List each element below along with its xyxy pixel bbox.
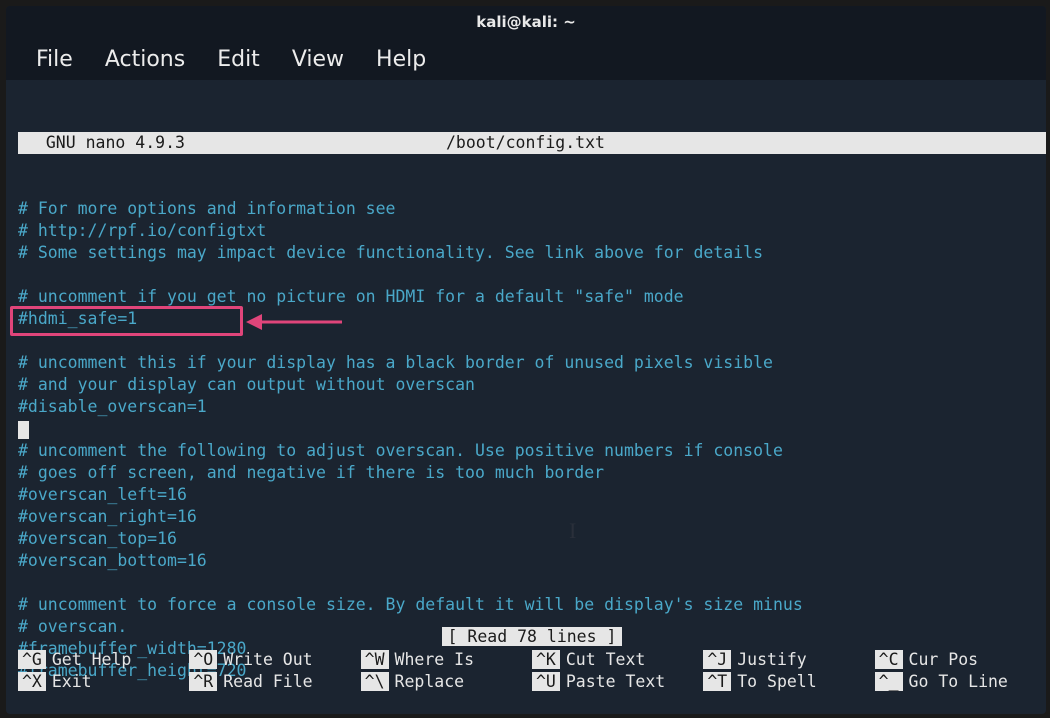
editor-line[interactable]: # uncomment this if your display has a b…	[18, 352, 1046, 374]
shortcut-key: ^U	[532, 672, 560, 691]
menu-help[interactable]: Help	[362, 43, 440, 76]
nano-status: [ Read 78 lines ]	[18, 626, 1046, 648]
editor-line[interactable]: #overscan_bottom=16	[18, 550, 1046, 572]
editor-line[interactable]: #disable_overscan=1	[18, 396, 1046, 418]
menu-file[interactable]: File	[22, 43, 87, 76]
shortcut-label: Cur Pos	[909, 650, 979, 669]
editor-line[interactable]: # http://rpf.io/configtxt	[18, 220, 1046, 242]
editor-line[interactable]: #overscan_right=16	[18, 506, 1046, 528]
nano-footer: [ Read 78 lines ] ^GGet Help^OWrite Out^…	[18, 626, 1046, 692]
menu-actions[interactable]: Actions	[91, 43, 199, 76]
nano-header: GNU nano 4.9.3 /boot/config.txt	[18, 132, 1046, 154]
shortcut-item: ^W Where Is	[361, 648, 532, 670]
editor-line[interactable]	[18, 330, 1046, 352]
editor-line[interactable]	[18, 572, 1046, 594]
shortcut-item: ^X Exit	[18, 670, 189, 692]
shortcut-label: Go To Line	[909, 672, 1008, 691]
shortcut-key: ^R	[189, 672, 217, 691]
shortcut-label: Paste Text	[566, 672, 665, 691]
shortcut-key: ^C	[875, 650, 903, 669]
editor-line[interactable]: #hdmi_safe=1	[18, 308, 1046, 330]
editor-line[interactable]: # Some settings may impact device functi…	[18, 242, 1046, 264]
shortcut-label: Exit	[52, 672, 92, 691]
shortcut-item: ^U Paste Text	[532, 670, 703, 692]
shortcut-item: ^K Cut Text	[532, 648, 703, 670]
shortcut-item: ^J Justify	[703, 648, 874, 670]
shortcut-label: Get Help	[52, 650, 131, 669]
editor-line[interactable]: #overscan_left=16	[18, 484, 1046, 506]
editor-area[interactable]: GNU nano 4.9.3 /boot/config.txt # For mo…	[18, 88, 1046, 714]
shortcut-item: ^O Write Out	[189, 648, 360, 670]
shortcut-bar: ^G Get Help ^O Write Out ^W Where Is ^K Cut Tex…	[18, 648, 1046, 692]
shortcut-label: To Spell	[737, 672, 816, 691]
editor-line[interactable]: # For more options and information see	[18, 198, 1046, 220]
nano-filepath: /boot/config.txt	[185, 132, 866, 154]
shortcut-label: Write Out	[223, 650, 312, 669]
editor-line[interactable]: # and your display can output without ov…	[18, 374, 1046, 396]
shortcut-item: ^R Read File	[189, 670, 360, 692]
shortcut-item: ^_ Go To Line	[875, 670, 1046, 692]
shortcut-item: ^C Cur Pos	[875, 648, 1046, 670]
shortcut-key: ^X	[18, 672, 46, 691]
menu-view[interactable]: View	[278, 43, 358, 76]
shortcut-label: Justify	[737, 650, 807, 669]
shortcut-item: ^\ Replace	[361, 670, 532, 692]
shortcut-item: ^G Get Help	[18, 648, 189, 670]
shortcut-label: Replace	[395, 672, 465, 691]
editor-line[interactable]	[18, 264, 1046, 286]
editor-line[interactable]: # uncomment to force a console size. By …	[18, 594, 1046, 616]
terminal-window: kali@kali: ~ File Actions Edit View Help…	[6, 6, 1046, 714]
menu-edit[interactable]: Edit	[203, 43, 274, 76]
shortcut-key: ^J	[703, 650, 731, 669]
shortcut-item: ^T To Spell	[703, 670, 874, 692]
shortcut-key: ^W	[361, 650, 389, 669]
window-titlebar: kali@kali: ~	[6, 6, 1046, 38]
shortcut-key: ^_	[875, 672, 903, 691]
nano-cursor	[18, 421, 29, 439]
editor-content[interactable]: # For more options and information see# …	[18, 198, 1046, 682]
shortcut-key: ^T	[703, 672, 731, 691]
nano-version: GNU nano 4.9.3	[18, 132, 185, 154]
status-message: [ Read 78 lines ]	[442, 627, 623, 646]
shortcut-label: Cut Text	[566, 650, 645, 669]
editor-line[interactable]: # uncomment the following to adjust over…	[18, 440, 1046, 462]
shortcut-key: ^G	[18, 650, 46, 669]
editor-line[interactable]: # uncomment if you get no picture on HDM…	[18, 286, 1046, 308]
shortcut-label: Where Is	[395, 650, 474, 669]
window-title: kali@kali: ~	[476, 13, 576, 31]
editor-line[interactable]: # goes off screen, and negative if there…	[18, 462, 1046, 484]
shortcut-key: ^O	[189, 650, 217, 669]
shortcut-key: ^\	[361, 672, 389, 691]
editor-line[interactable]: #overscan_top=16	[18, 528, 1046, 550]
shortcut-label: Read File	[223, 672, 312, 691]
menubar: File Actions Edit View Help	[6, 38, 1046, 80]
shortcut-key: ^K	[532, 650, 560, 669]
editor-line[interactable]	[18, 418, 1046, 440]
